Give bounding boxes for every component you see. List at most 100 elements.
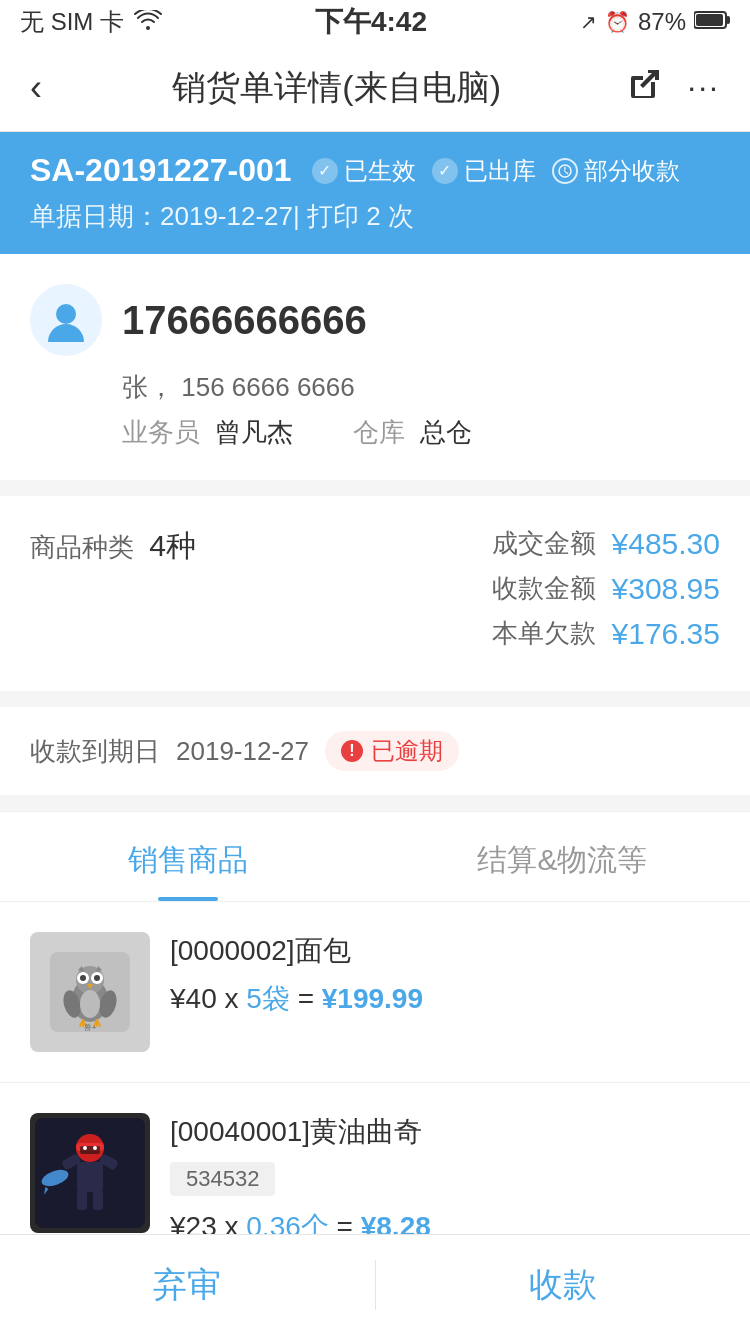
status-bar-left: 无 SIM 卡 bbox=[20, 6, 162, 38]
status-bar-time: 下午4:42 bbox=[315, 3, 427, 41]
status-bar-right: ↗ ⏰ 87% bbox=[580, 8, 730, 36]
equals-1: = bbox=[298, 983, 322, 1014]
order-date-value: 2019-12-27 bbox=[160, 201, 293, 231]
svg-rect-1 bbox=[726, 16, 730, 24]
back-button[interactable]: ‹ bbox=[30, 67, 42, 109]
warehouse-label: 仓库 bbox=[353, 417, 405, 447]
product-name-2: [00040001]黄油曲奇 bbox=[170, 1113, 720, 1151]
payment-due-section: 收款到期日 2019-12-27 ! 已逾期 bbox=[0, 707, 750, 795]
status-bar: 无 SIM 卡 下午4:42 ↗ ⏰ 87% bbox=[0, 0, 750, 44]
deal-amount-label: 成交金额 bbox=[492, 526, 596, 561]
order-date-label: 单据日期： bbox=[30, 201, 160, 231]
alarm-icon: ⏰ bbox=[605, 10, 630, 34]
svg-point-14 bbox=[80, 990, 100, 1018]
tab-settlement[interactable]: 结算&物流等 bbox=[375, 812, 750, 901]
debt-amount-label: 本单欠款 bbox=[492, 616, 596, 651]
tab-products[interactable]: 销售商品 bbox=[0, 812, 375, 901]
price-qty-1: 5袋 bbox=[246, 983, 290, 1014]
order-date: 单据日期：2019-12-27| 打印 2 次 bbox=[30, 199, 720, 234]
debt-amount-row: 本单欠款 ¥176.35 bbox=[492, 616, 720, 651]
customer-contact: 张， 156 6666 6666 bbox=[122, 370, 720, 405]
customer-avatar bbox=[30, 284, 102, 356]
tab-products-label: 销售商品 bbox=[128, 843, 248, 876]
product-info-2: [00040001]黄油曲奇 534532 ¥23 x 0.36个 = ¥8.2… bbox=[170, 1113, 720, 1246]
svg-rect-2 bbox=[696, 14, 723, 26]
order-number: SA-20191227-001 bbox=[30, 152, 292, 189]
clock-icon bbox=[552, 158, 578, 184]
table-row: 兽+ [0000002]面包 ¥40 x 5袋 = ¥199.99 bbox=[0, 902, 750, 1083]
cancel-review-button[interactable]: 弃审 bbox=[0, 1242, 375, 1328]
svg-rect-21 bbox=[93, 1190, 103, 1210]
badge-active-label: 已生效 bbox=[344, 155, 416, 187]
multiply-1: x bbox=[225, 983, 247, 1014]
svg-rect-25 bbox=[80, 1146, 100, 1154]
product-thumb-2 bbox=[30, 1113, 150, 1233]
overdue-icon: ! bbox=[341, 740, 363, 762]
badge-partial: 部分收款 bbox=[552, 155, 680, 187]
stats-left: 商品种类 4种 bbox=[30, 526, 196, 567]
product-list: 兽+ [0000002]面包 ¥40 x 5袋 = ¥199.99 bbox=[0, 902, 750, 1277]
product-name-1: [0000002]面包 bbox=[170, 932, 720, 970]
product-sku-2: 534532 bbox=[170, 1162, 275, 1196]
wifi-icon bbox=[134, 8, 162, 36]
tab-settlement-label: 结算&物流等 bbox=[477, 843, 647, 876]
svg-point-10 bbox=[80, 975, 86, 981]
badge-active: ✓ 已生效 bbox=[312, 155, 416, 187]
page-title: 销货单详情(来自电脑) bbox=[172, 65, 501, 111]
product-type-label: 商品种类 bbox=[30, 532, 134, 562]
customer-section: 17666666666 张， 156 6666 6666 业务员 曾凡杰 仓库 … bbox=[0, 254, 750, 480]
customer-name: 17666666666 bbox=[122, 298, 367, 343]
salesperson-value: 曾凡杰 bbox=[215, 417, 293, 447]
customer-top: 17666666666 bbox=[30, 284, 720, 356]
warehouse-value: 总仓 bbox=[420, 417, 472, 447]
received-amount-row: 收款金额 ¥308.95 bbox=[492, 571, 720, 606]
badge-shipped-label: 已出库 bbox=[464, 155, 536, 187]
deal-amount-row: 成交金额 ¥485.30 bbox=[492, 526, 720, 561]
svg-rect-20 bbox=[77, 1190, 87, 1210]
more-icon[interactable]: ··· bbox=[687, 69, 720, 106]
svg-rect-19 bbox=[77, 1162, 103, 1192]
price-base-1: ¥40 bbox=[170, 983, 217, 1014]
tabs-section: 销售商品 结算&物流等 bbox=[0, 811, 750, 902]
carrier-text: 无 SIM 卡 bbox=[20, 6, 124, 38]
order-header-top: SA-20191227-001 ✓ 已生效 ✓ 已出库 部分收款 bbox=[30, 152, 720, 189]
salesperson-info: 业务员 曾凡杰 bbox=[122, 415, 293, 450]
bottom-action-bar: 弃审 收款 bbox=[0, 1234, 750, 1334]
received-amount-label: 收款金额 bbox=[492, 571, 596, 606]
cancel-review-label: 弃审 bbox=[153, 1265, 221, 1303]
salesperson-label: 业务员 bbox=[122, 417, 200, 447]
badge-shipped: ✓ 已出库 bbox=[432, 155, 536, 187]
collect-payment-label: 收款 bbox=[529, 1265, 597, 1303]
stats-section: 商品种类 4种 成交金额 ¥485.30 收款金额 ¥308.95 本单欠款 ¥… bbox=[0, 496, 750, 691]
overdue-label: 已逾期 bbox=[371, 735, 443, 767]
payment-due-date: 2019-12-27 bbox=[176, 736, 309, 767]
svg-point-26 bbox=[83, 1146, 87, 1150]
debt-amount-value: ¥176.35 bbox=[612, 617, 720, 651]
product-price-1: ¥40 x 5袋 = ¥199.99 bbox=[170, 980, 720, 1018]
svg-point-4 bbox=[56, 304, 76, 324]
status-badges: ✓ 已生效 ✓ 已出库 部分收款 bbox=[312, 155, 680, 187]
battery-text: 87% bbox=[638, 8, 686, 36]
overdue-badge: ! 已逾期 bbox=[325, 731, 459, 771]
nav-bar: ‹ 销货单详情(来自电脑) ··· bbox=[0, 44, 750, 132]
location-icon: ↗ bbox=[580, 10, 597, 34]
product-thumb-1: 兽+ bbox=[30, 932, 150, 1052]
warehouse-info: 仓库 总仓 bbox=[353, 415, 472, 450]
payment-due-label: 收款到期日 bbox=[30, 734, 160, 769]
svg-text:兽+: 兽+ bbox=[84, 1023, 97, 1032]
price-total-1: ¥199.99 bbox=[322, 983, 423, 1014]
svg-point-11 bbox=[94, 975, 100, 981]
received-amount-value: ¥308.95 bbox=[612, 572, 720, 606]
tabs-header: 销售商品 结算&物流等 bbox=[0, 812, 750, 901]
customer-contact-name: 张， bbox=[122, 372, 174, 402]
nav-actions: ··· bbox=[631, 68, 720, 107]
svg-point-27 bbox=[93, 1146, 97, 1150]
battery-icon bbox=[694, 8, 730, 36]
share-icon[interactable] bbox=[631, 68, 663, 107]
order-print-count: | 打印 2 次 bbox=[293, 201, 414, 231]
check-icon-shipped: ✓ bbox=[432, 158, 458, 184]
customer-contact-phone: 156 6666 6666 bbox=[181, 372, 355, 402]
product-type-value: 4种 bbox=[149, 529, 196, 562]
order-header: SA-20191227-001 ✓ 已生效 ✓ 已出库 部分收款 bbox=[0, 132, 750, 254]
collect-payment-button[interactable]: 收款 bbox=[376, 1242, 751, 1328]
